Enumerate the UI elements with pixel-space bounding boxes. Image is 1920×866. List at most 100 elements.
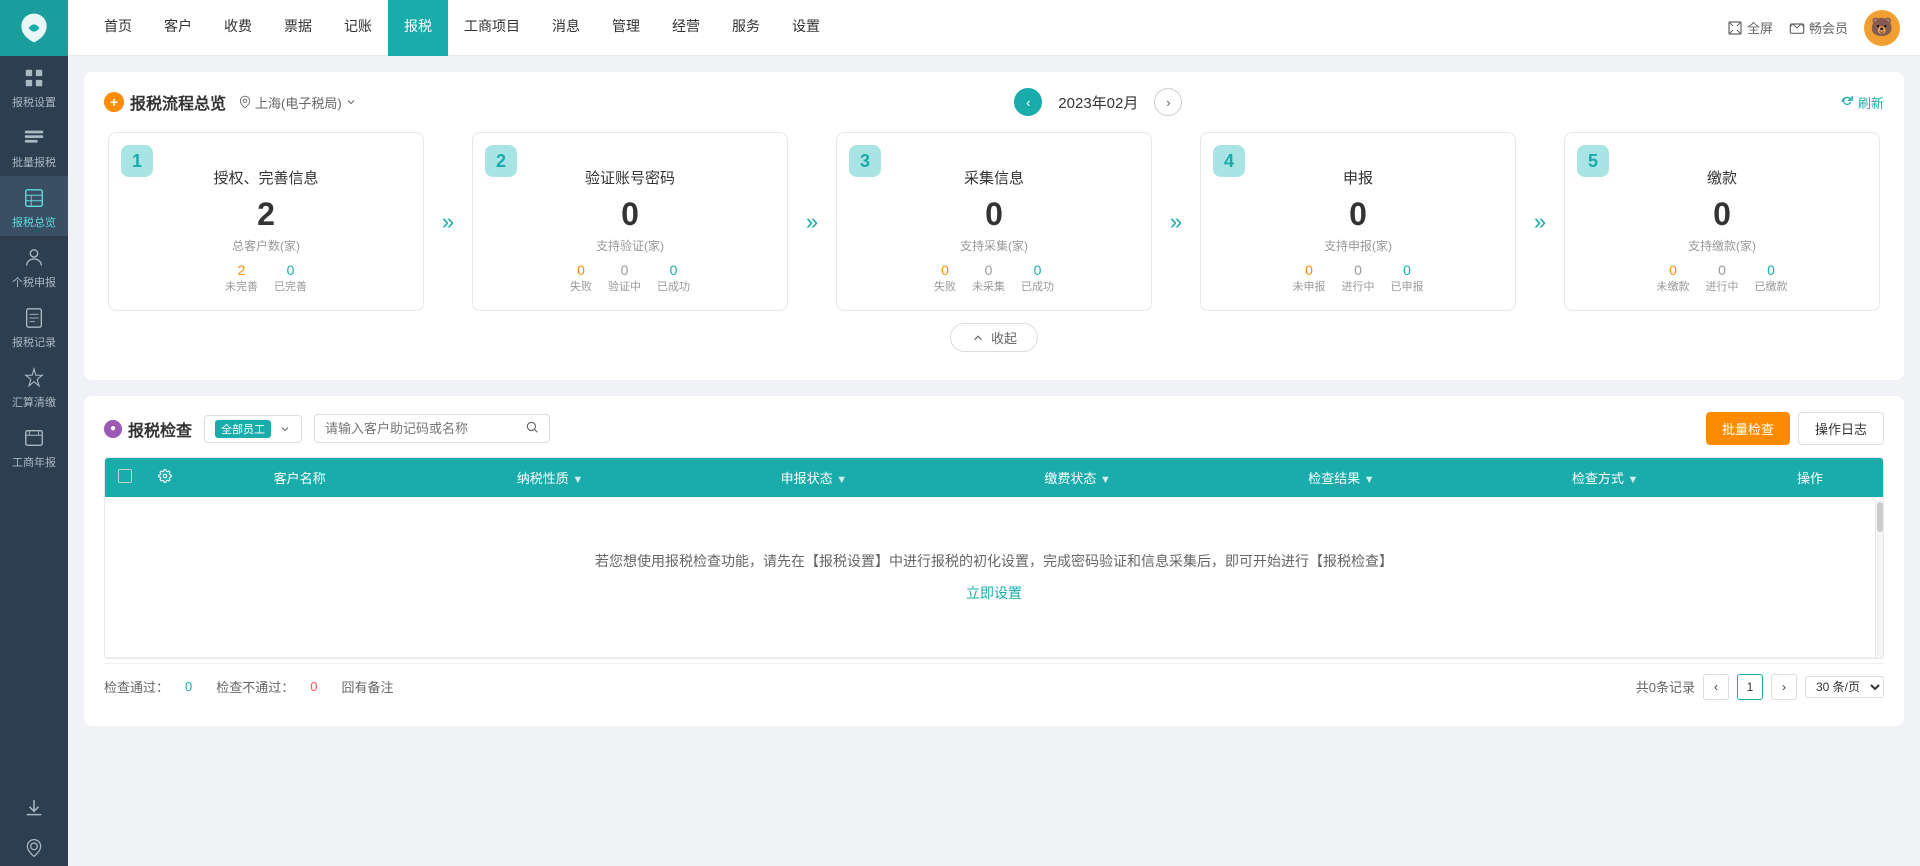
nav-right: 全屏 畅会员 🐻: [1727, 10, 1900, 46]
table-footer: 检查通过：0 检查不通过：0 囧有备注 共0条记录 ‹ 1 › 30 条/页: [104, 663, 1884, 710]
sidebar-item-personal-tax[interactable]: 个税申报: [0, 236, 68, 296]
batch-check-button[interactable]: 批量检查: [1706, 412, 1790, 445]
nav-bills[interactable]: 票据: [268, 0, 328, 56]
nav-client[interactable]: 客户: [148, 0, 208, 56]
sidebar: 报税设置 批量报税 报税总览: [0, 0, 68, 866]
arrow-1: »: [428, 132, 468, 311]
sidebar-item-annual-settlement[interactable]: 汇算清缴: [0, 356, 68, 416]
nav-home[interactable]: 首页: [88, 0, 148, 56]
stat-label: 进行中: [1706, 278, 1739, 294]
fullscreen-button[interactable]: 全屏: [1727, 18, 1773, 37]
stat-item: 0 已缴款: [1755, 262, 1788, 294]
note-label: 囧有备注: [342, 677, 394, 696]
nav-settings[interactable]: 设置: [776, 0, 836, 56]
sidebar-item-label: 报税记录: [12, 334, 56, 350]
purple-circle-icon: ●: [104, 420, 122, 438]
search-box: [314, 414, 550, 443]
sidebar-item-label: 个税申报: [12, 274, 56, 290]
th-client-name: 客户名称: [185, 458, 418, 497]
location-icon: [22, 836, 46, 860]
search-button[interactable]: [515, 415, 549, 442]
sidebar-item-tax-overview[interactable]: 报税总览: [0, 176, 68, 236]
stat-label: 未缴款: [1657, 278, 1690, 294]
next-page-button[interactable]: ›: [1771, 674, 1797, 700]
step-num-1: 1: [121, 145, 153, 177]
sidebar-item-tax-settings[interactable]: 报税设置: [0, 56, 68, 116]
stat-label: 已申报: [1391, 278, 1424, 294]
sidebar-item-location[interactable]: [0, 826, 68, 866]
total-records: 共0条记录: [1636, 677, 1695, 696]
flow-overview-card: + 报税流程总览 上海(电子税局) ‹ 2023年02月 ›: [84, 72, 1904, 380]
refresh-button[interactable]: 刷新: [1840, 93, 1884, 112]
next-month-button[interactable]: ›: [1154, 88, 1182, 116]
table-container: 客户名称 纳税性质 ▼ 申报状态 ▼ 缴费状态 ▼ 检查结果 ▼ 检查方式 ▼ …: [104, 457, 1884, 659]
stat-num: 0: [1034, 262, 1042, 278]
select-all-checkbox[interactable]: [118, 469, 132, 483]
nav-tax[interactable]: 报税: [388, 0, 448, 56]
check-title: ● 报税检查: [104, 417, 192, 441]
nav-commerce[interactable]: 工商项目: [448, 0, 536, 56]
employee-filter-dropdown[interactable]: 全部员工: [204, 415, 302, 443]
sidebar-item-batch-tax[interactable]: 批量报税: [0, 116, 68, 176]
current-page: 1: [1737, 674, 1763, 700]
sidebar-item-tax-records[interactable]: 报税记录: [0, 296, 68, 356]
stat-item: 0 未缴款: [1657, 262, 1690, 294]
step-count-4: 0: [1349, 196, 1367, 233]
sidebar-item-label: 报税总览: [12, 214, 56, 230]
scrollbar[interactable]: [1875, 500, 1883, 658]
stat-label: 失败: [570, 278, 592, 294]
prev-page-button[interactable]: ‹: [1703, 674, 1729, 700]
tax-records-icon: [22, 306, 46, 330]
pass-count[interactable]: 0: [185, 679, 192, 694]
sidebar-item-download[interactable]: [0, 786, 68, 826]
sidebar-item-label: 工商年报: [12, 454, 56, 470]
step-count-5: 0: [1713, 196, 1731, 233]
collapse-button[interactable]: 收起: [950, 323, 1038, 352]
stat-item: 0 失败: [934, 262, 956, 294]
user-avatar[interactable]: 🐻: [1864, 10, 1900, 46]
stat-item: 0 已成功: [1021, 262, 1054, 294]
nav-management[interactable]: 管理: [596, 0, 656, 56]
th-tax-nature: 纳税性质 ▼: [418, 458, 682, 497]
operation-log-button[interactable]: 操作日志: [1798, 412, 1884, 445]
arrow-4: »: [1520, 132, 1560, 311]
sidebar-item-annual-report[interactable]: 工商年报: [0, 416, 68, 476]
per-page-select[interactable]: 30 条/页: [1805, 676, 1884, 698]
stat-num: 0: [1718, 262, 1726, 278]
batch-tax-icon: [22, 126, 46, 150]
nav-services[interactable]: 服务: [716, 0, 776, 56]
th-checkbox: [105, 458, 145, 497]
month-display: 2023年02月: [1058, 92, 1138, 113]
footer-left: 检查通过：0 检查不通过：0 囧有备注: [104, 677, 394, 696]
arrow-3: »: [1156, 132, 1196, 311]
stat-num: 0: [1354, 262, 1362, 278]
vip-button[interactable]: 畅会员: [1789, 18, 1848, 37]
step-count-3: 0: [985, 196, 1003, 233]
step-num-5: 5: [1577, 145, 1609, 177]
search-input[interactable]: [315, 416, 515, 441]
prev-month-button[interactable]: ‹: [1014, 88, 1042, 116]
sidebar-bottom: [0, 786, 68, 866]
step-title-2: 验证账号密码: [585, 167, 675, 188]
nav-operations[interactable]: 经营: [656, 0, 716, 56]
fail-count[interactable]: 0: [310, 679, 317, 694]
stat-num: 2: [238, 262, 246, 278]
step-title-4: 申报: [1343, 167, 1373, 188]
step-count-1: 2: [257, 196, 275, 233]
nav-messages[interactable]: 消息: [536, 0, 596, 56]
th-operations: 操作: [1737, 458, 1883, 497]
location-tag[interactable]: 上海(电子税局): [238, 93, 357, 112]
flow-title: + 报税流程总览: [104, 90, 226, 114]
nav-fees[interactable]: 收费: [208, 0, 268, 56]
top-nav: 首页 客户 收费 票据 记账 报税 工商项目 消息 管理 经营 服务 设置 全屏: [68, 0, 1920, 56]
stat-item: 0 未申报: [1293, 262, 1326, 294]
nav-accounting[interactable]: 记账: [328, 0, 388, 56]
th-payment-status: 缴费状态 ▼: [946, 458, 1210, 497]
th-check-result: 检查结果 ▼: [1210, 458, 1474, 497]
flow-steps: 1 授权、完善信息 2 总客户数(家) 2 未完善 0 已完善: [104, 132, 1884, 311]
stat-item: 0 已完善: [274, 262, 307, 294]
stat-item: 0 已成功: [657, 262, 690, 294]
personal-tax-icon: [22, 246, 46, 270]
step-stats-3: 0 失败 0 未采集 0 已成功: [934, 262, 1054, 294]
setup-link[interactable]: 立即设置: [157, 583, 1831, 603]
